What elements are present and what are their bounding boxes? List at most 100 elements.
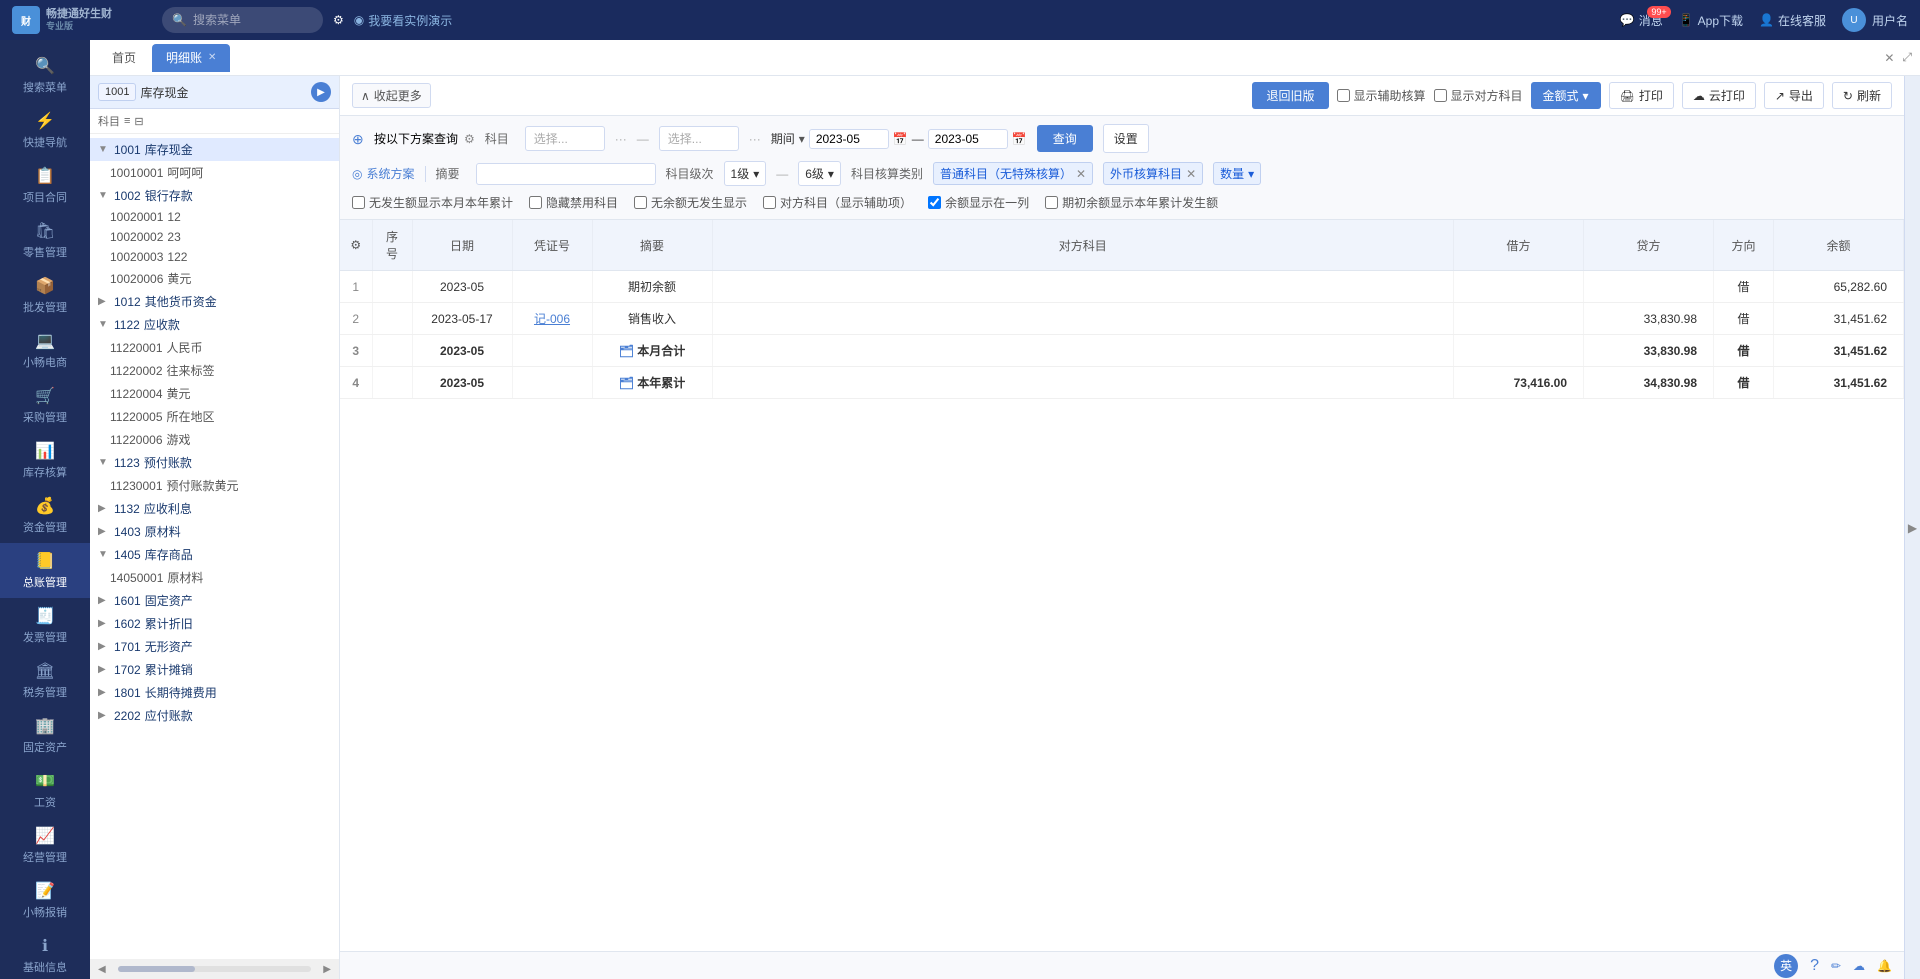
subject-input[interactable]: 选择... bbox=[525, 126, 605, 151]
settings-icon[interactable]: ⚙ bbox=[333, 13, 344, 27]
tree-item-11230001[interactable]: 11230001 预付账款黄元 bbox=[90, 474, 339, 497]
tree-item-1123[interactable]: ▼ 1123 预付账款 bbox=[90, 451, 339, 474]
scroll-right-arrow[interactable]: ▶ bbox=[315, 964, 339, 975]
tree-item-1801[interactable]: ▶ 1801 长期待摊费用 bbox=[90, 681, 339, 704]
type-tag-2-remove[interactable]: ✕ bbox=[1186, 167, 1196, 181]
sidebar-item-wholesale[interactable]: 📦 批发管理 bbox=[0, 268, 90, 323]
sidebar-item-project[interactable]: 📋 项目合同 bbox=[0, 158, 90, 213]
bottom-translate-button[interactable]: 英 bbox=[1774, 954, 1798, 978]
tree-item-10020001[interactable]: 10020001 12 bbox=[90, 207, 339, 227]
type-tag-3-dropdown[interactable]: ▾ bbox=[1248, 167, 1254, 181]
filter-settings-icon[interactable]: ⚙ bbox=[464, 132, 475, 146]
check-opening-balance-input[interactable] bbox=[1045, 196, 1058, 209]
check-contra-subject-input[interactable] bbox=[763, 196, 776, 209]
check-no-balance[interactable]: 无发生额显示本月本年累计 bbox=[352, 194, 513, 211]
collapse-all-icon[interactable]: ⊟ bbox=[134, 115, 143, 128]
system-plan-button[interactable]: ◎ 系统方案 bbox=[352, 165, 415, 182]
expand-filter-button[interactable]: ∧ 收起更多 bbox=[352, 83, 431, 108]
col-gear[interactable]: ⚙ bbox=[340, 220, 372, 271]
tab-detail-ledger[interactable]: 明细账 ✕ bbox=[152, 44, 230, 72]
sidebar-item-salary[interactable]: 💵 工资 bbox=[0, 763, 90, 818]
type-tag-2[interactable]: 外币核算科目 ✕ bbox=[1103, 162, 1203, 185]
filter-method-icon[interactable]: ⊕ bbox=[352, 131, 368, 147]
format-dropdown-button[interactable]: 金额式 ▾ bbox=[1531, 82, 1601, 109]
account-nav-arrow[interactable]: ▶ bbox=[311, 82, 331, 102]
sidebar-item-invoice[interactable]: 🧾 发票管理 bbox=[0, 598, 90, 653]
scroll-left-arrow[interactable]: ◀ bbox=[90, 964, 114, 975]
filter-settings-button[interactable]: 设置 bbox=[1103, 124, 1149, 153]
sidebar-item-expense[interactable]: 📝 小畅报销 bbox=[0, 873, 90, 928]
refresh-button[interactable]: ↻ 刷新 bbox=[1832, 82, 1892, 109]
sidebar-item-ledger[interactable]: 📒 总账管理 bbox=[0, 543, 90, 598]
sidebar-item-fixed-assets[interactable]: 🏢 固定资产 bbox=[0, 708, 90, 763]
tree-item-10010001[interactable]: 10010001 呵呵呵 bbox=[90, 161, 339, 184]
query-button[interactable]: 查询 bbox=[1037, 125, 1093, 152]
message-button[interactable]: 💬 消息 99+ bbox=[1620, 12, 1663, 29]
subject-level-end-select[interactable]: 6级 ▾ bbox=[798, 161, 841, 186]
tree-item-1601[interactable]: ▶ 1601 固定资产 bbox=[90, 589, 339, 612]
type-tag-1-remove[interactable]: ✕ bbox=[1076, 167, 1086, 181]
voucher-link[interactable]: 记-006 bbox=[534, 312, 570, 326]
export-button[interactable]: ↗ 导出 bbox=[1764, 82, 1824, 109]
tree-item-14050001[interactable]: 14050001 原材料 bbox=[90, 566, 339, 589]
summary-input[interactable] bbox=[476, 163, 656, 185]
cell-voucher[interactable]: 记-006 bbox=[512, 303, 592, 335]
app-download-button[interactable]: 📱 App下载 bbox=[1679, 12, 1743, 29]
sidebar-item-ecommerce[interactable]: 💻 小畅电商 bbox=[0, 323, 90, 378]
tree-item-1405[interactable]: ▼ 1405 库存商品 bbox=[90, 543, 339, 566]
check-hide-disabled[interactable]: 隐藏禁用科目 bbox=[529, 194, 618, 211]
tree-item-1701[interactable]: ▶ 1701 无形资产 bbox=[90, 635, 339, 658]
sidebar-item-quick-nav[interactable]: ⚡ 快捷导航 bbox=[0, 103, 90, 158]
check-hide-disabled-input[interactable] bbox=[529, 196, 542, 209]
demo-button[interactable]: ◉ 我要看实例演示 bbox=[354, 12, 453, 29]
bottom-edit-button[interactable]: ✏ bbox=[1831, 959, 1841, 973]
sidebar-item-capital[interactable]: 💰 资金管理 bbox=[0, 488, 90, 543]
tree-item-1001[interactable]: ▼ 1001 库存现金 bbox=[90, 138, 339, 161]
bottom-notification-button[interactable]: 🔔 bbox=[1877, 959, 1892, 973]
print-button[interactable]: 🖨 打印 bbox=[1609, 82, 1674, 109]
tree-item-11220001[interactable]: 11220001 人民币 bbox=[90, 336, 339, 359]
sidebar-item-basic-info[interactable]: ℹ 基础信息 bbox=[0, 928, 90, 979]
sidebar-item-search[interactable]: 🔍 搜索菜单 bbox=[0, 48, 90, 103]
bottom-help-button[interactable]: ? bbox=[1810, 957, 1819, 975]
check-balance-in-row-input[interactable] bbox=[928, 196, 941, 209]
tree-item-1403[interactable]: ▶ 1403 原材料 bbox=[90, 520, 339, 543]
check-balance-in-row[interactable]: 余额显示在一列 bbox=[928, 194, 1029, 211]
period-calendar-icon-1[interactable]: 📅 bbox=[893, 132, 908, 146]
tree-item-1122[interactable]: ▼ 1122 应收款 bbox=[90, 313, 339, 336]
tree-item-1602[interactable]: ▶ 1602 累计折旧 bbox=[90, 612, 339, 635]
tree-item-10020006[interactable]: 10020006 黄元 bbox=[90, 267, 339, 290]
menu-search-input[interactable] bbox=[193, 13, 313, 27]
tree-item-11220002[interactable]: 11220002 往来标签 bbox=[90, 359, 339, 382]
tab-maximize-icon[interactable]: ⤢ bbox=[1902, 50, 1912, 65]
tree-item-1702[interactable]: ▶ 1702 累计摊销 bbox=[90, 658, 339, 681]
type-tag-3[interactable]: 数量 ▾ bbox=[1213, 162, 1261, 185]
online-service-button[interactable]: 👤 在线客服 bbox=[1759, 12, 1826, 29]
check-no-amount[interactable]: 无余额无发生显示 bbox=[634, 194, 747, 211]
menu-search[interactable]: 🔍 bbox=[162, 7, 323, 33]
cloud-print-button[interactable]: ☁ 云打印 bbox=[1682, 82, 1756, 109]
bottom-cloud-button[interactable]: ☁ bbox=[1853, 959, 1865, 973]
sidebar-item-operations[interactable]: 📈 经营管理 bbox=[0, 818, 90, 873]
tree-item-1012[interactable]: ▶ 1012 其他货币资金 bbox=[90, 290, 339, 313]
tab-home[interactable]: 首页 bbox=[98, 44, 150, 72]
check-no-balance-input[interactable] bbox=[352, 196, 365, 209]
tree-item-10020003[interactable]: 10020003 122 bbox=[90, 247, 339, 267]
check-contra-subject[interactable]: 对方科目（显示辅助项） bbox=[763, 194, 912, 211]
sidebar-item-retail[interactable]: 🛍 零售管理 bbox=[0, 213, 90, 268]
period-end-input[interactable] bbox=[928, 129, 1008, 149]
tab-detail-ledger-close[interactable]: ✕ bbox=[208, 52, 216, 63]
sidebar-item-tax[interactable]: 🏛 税务管理 bbox=[0, 653, 90, 708]
type-tag-1[interactable]: 普通科目（无特殊核算） ✕ bbox=[933, 162, 1093, 185]
tree-item-1132[interactable]: ▶ 1132 应收利息 bbox=[90, 497, 339, 520]
tree-item-1002[interactable]: ▼ 1002 银行存款 bbox=[90, 184, 339, 207]
tree-item-10020002[interactable]: 10020002 23 bbox=[90, 227, 339, 247]
user-area[interactable]: U 用户名 bbox=[1842, 8, 1908, 32]
period-calendar-icon-2[interactable]: 📅 bbox=[1012, 132, 1027, 146]
period-arrow[interactable]: ▾ bbox=[799, 132, 805, 146]
tab-close-window-icon[interactable]: ✕ bbox=[1884, 51, 1894, 65]
tree-item-11220004[interactable]: 11220004 黄元 bbox=[90, 382, 339, 405]
period-start-input[interactable] bbox=[809, 129, 889, 149]
check-no-amount-input[interactable] bbox=[634, 196, 647, 209]
tree-item-11220006[interactable]: 11220006 游戏 bbox=[90, 428, 339, 451]
